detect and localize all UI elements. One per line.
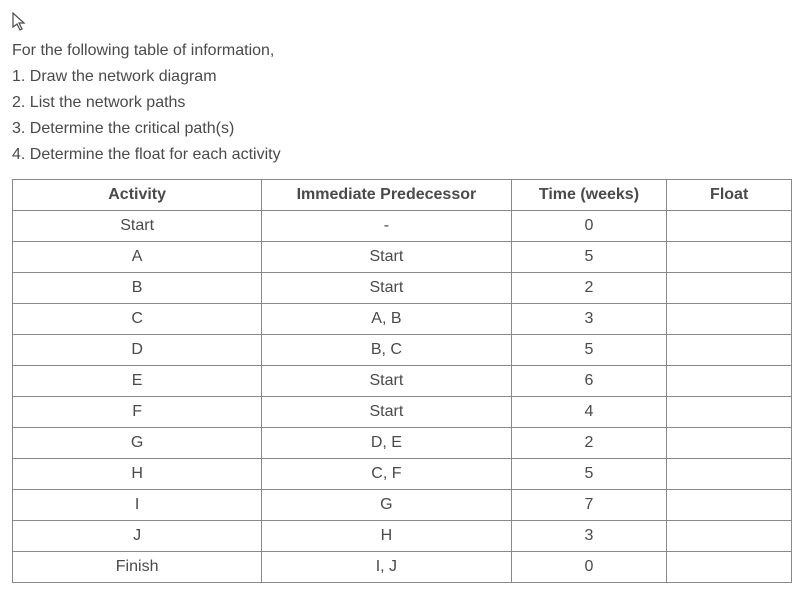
table-row: DB, C5 <box>13 335 792 366</box>
cell-activity: B <box>13 273 262 304</box>
table-row: IG7 <box>13 490 792 521</box>
cell-float <box>667 521 792 552</box>
cell-predecessor: Start <box>262 366 511 397</box>
cell-predecessor: Start <box>262 242 511 273</box>
cell-activity: J <box>13 521 262 552</box>
cell-float <box>667 242 792 273</box>
cell-float <box>667 304 792 335</box>
cell-float <box>667 490 792 521</box>
table-row: HC, F5 <box>13 459 792 490</box>
table-row: GD, E2 <box>13 428 792 459</box>
activity-table: Activity Immediate Predecessor Time (wee… <box>12 179 792 583</box>
cell-predecessor: H <box>262 521 511 552</box>
table-row: FinishI, J0 <box>13 552 792 583</box>
cell-time: 2 <box>511 428 667 459</box>
table-header-row: Activity Immediate Predecessor Time (wee… <box>13 180 792 211</box>
table-row: FStart4 <box>13 397 792 428</box>
cell-time: 5 <box>511 242 667 273</box>
cell-activity: Finish <box>13 552 262 583</box>
cell-time: 0 <box>511 211 667 242</box>
task-item: 2. List the network paths <box>12 91 794 115</box>
header-time: Time (weeks) <box>511 180 667 211</box>
table-row: BStart2 <box>13 273 792 304</box>
cell-predecessor: Start <box>262 273 511 304</box>
cell-float <box>667 335 792 366</box>
task-item: 3. Determine the critical path(s) <box>12 117 794 141</box>
cell-time: 7 <box>511 490 667 521</box>
table-row: AStart5 <box>13 242 792 273</box>
cell-time: 4 <box>511 397 667 428</box>
cell-predecessor: - <box>262 211 511 242</box>
cell-float <box>667 211 792 242</box>
cell-activity: D <box>13 335 262 366</box>
cell-predecessor: I, J <box>262 552 511 583</box>
cell-time: 5 <box>511 459 667 490</box>
cell-float <box>667 459 792 490</box>
cell-activity: Start <box>13 211 262 242</box>
cursor-icon <box>12 12 794 37</box>
cell-float <box>667 552 792 583</box>
intro-text: For the following table of information, <box>12 39 794 63</box>
task-item: 1. Draw the network diagram <box>12 65 794 89</box>
cell-time: 6 <box>511 366 667 397</box>
cell-predecessor: C, F <box>262 459 511 490</box>
table-row: JH3 <box>13 521 792 552</box>
cell-activity: I <box>13 490 262 521</box>
cell-time: 2 <box>511 273 667 304</box>
cell-float <box>667 366 792 397</box>
cell-predecessor: A, B <box>262 304 511 335</box>
cell-activity: E <box>13 366 262 397</box>
cell-activity: F <box>13 397 262 428</box>
table-row: Start-0 <box>13 211 792 242</box>
cell-predecessor: B, C <box>262 335 511 366</box>
task-item: 4. Determine the float for each activity <box>12 143 794 167</box>
header-predecessor: Immediate Predecessor <box>262 180 511 211</box>
cell-activity: A <box>13 242 262 273</box>
cell-time: 0 <box>511 552 667 583</box>
table-row: EStart6 <box>13 366 792 397</box>
cell-time: 3 <box>511 521 667 552</box>
cell-float <box>667 397 792 428</box>
cell-predecessor: G <box>262 490 511 521</box>
cell-activity: H <box>13 459 262 490</box>
header-float: Float <box>667 180 792 211</box>
header-activity: Activity <box>13 180 262 211</box>
cell-time: 3 <box>511 304 667 335</box>
cell-float <box>667 273 792 304</box>
cell-predecessor: Start <box>262 397 511 428</box>
cell-predecessor: D, E <box>262 428 511 459</box>
cell-activity: C <box>13 304 262 335</box>
cell-activity: G <box>13 428 262 459</box>
cell-time: 5 <box>511 335 667 366</box>
cell-float <box>667 428 792 459</box>
table-row: CA, B3 <box>13 304 792 335</box>
